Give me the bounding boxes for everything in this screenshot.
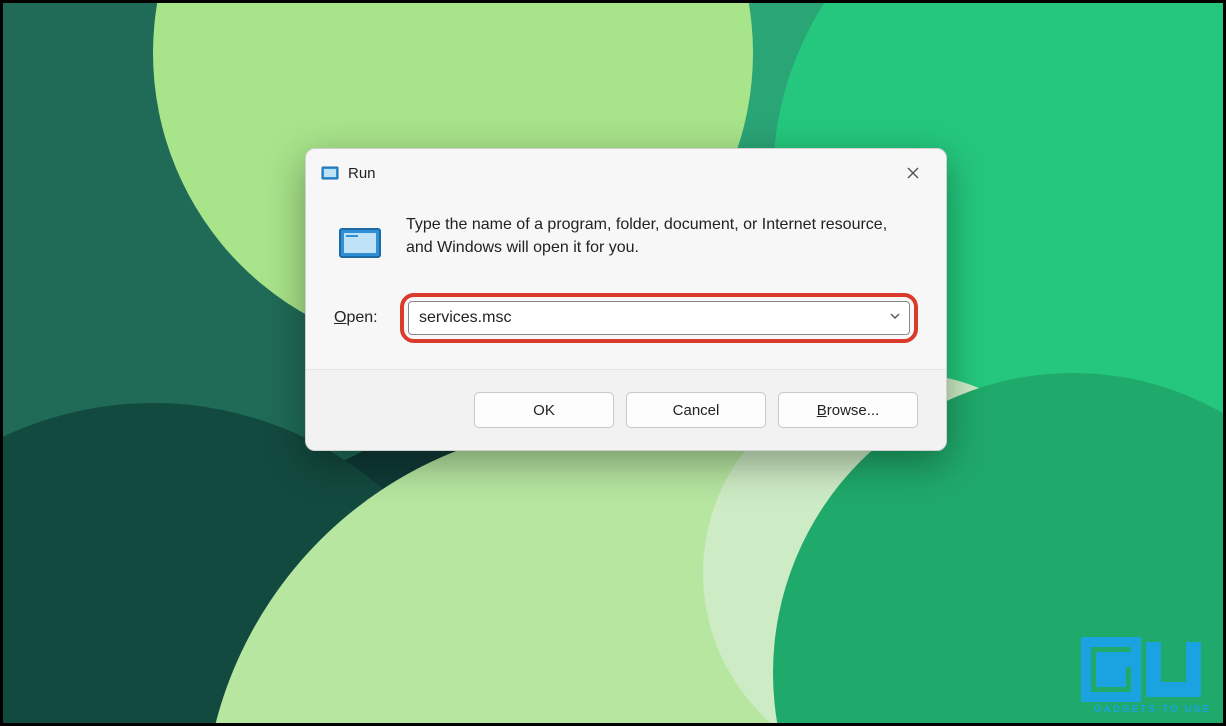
close-icon <box>906 166 920 180</box>
open-input-value: services.msc <box>419 309 511 327</box>
browse-button[interactable]: Browse... <box>778 392 918 428</box>
dialog-buttons: OK Cancel Browse... <box>306 369 946 450</box>
dialog-body: Type the name of a program, folder, docu… <box>306 195 946 277</box>
open-input-highlight: services.msc <box>400 293 918 343</box>
open-row: Open: services.msc <box>306 277 946 351</box>
dialog-description: Type the name of a program, folder, docu… <box>406 213 918 259</box>
close-button[interactable] <box>892 159 934 187</box>
watermark: GADGETS TO USE <box>1081 632 1211 715</box>
open-combobox[interactable]: services.msc <box>408 301 910 335</box>
watermark-text: GADGETS TO USE <box>1081 704 1211 715</box>
chevron-down-icon[interactable] <box>889 309 901 327</box>
ok-button[interactable]: OK <box>474 392 614 428</box>
run-dialog: Run Type the name of a program, folder, … <box>305 148 947 451</box>
dialog-title: Run <box>348 165 884 182</box>
titlebar[interactable]: Run <box>306 149 946 195</box>
open-label: Open: <box>334 309 384 327</box>
desktop-background: Run Type the name of a program, folder, … <box>0 0 1226 726</box>
watermark-logo <box>1081 632 1211 702</box>
run-app-icon <box>320 163 340 183</box>
run-large-icon <box>334 217 386 269</box>
cancel-button[interactable]: Cancel <box>626 392 766 428</box>
